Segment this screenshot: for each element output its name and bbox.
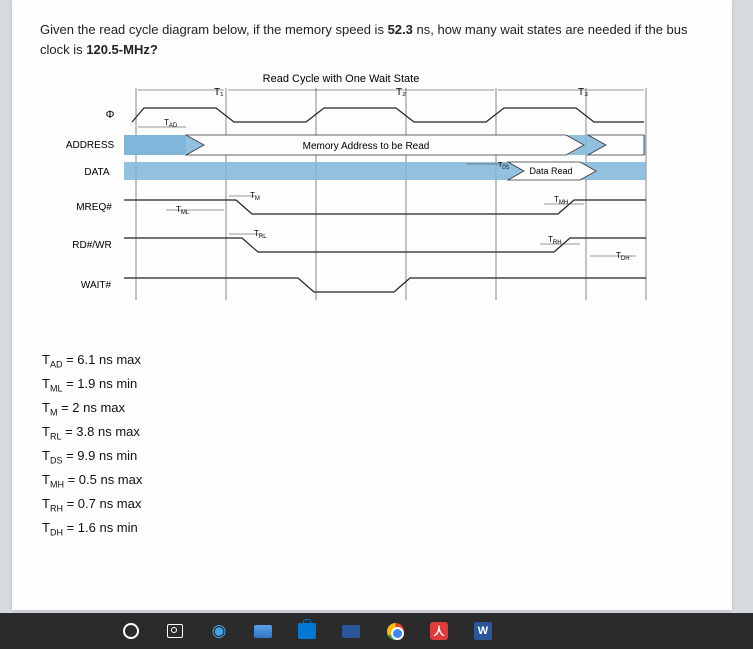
question-text: Given the read cycle diagram below, if t… [40,20,704,60]
t2-label: T₂ [396,87,406,98]
explorer-icon[interactable] [252,620,274,642]
t1-label: T₁ [214,87,224,98]
chrome-icon[interactable] [384,620,406,642]
q-part1: Given the read cycle diagram below, if t… [40,22,384,37]
spec-tm: TM = 2 ns max [42,397,704,421]
spec-trl: TRL = 3.8 ns max [42,421,704,445]
tdh-label: TDH [616,251,630,262]
trh-label: TRH [548,235,562,246]
tmh-label: TMH [554,195,568,206]
clock-wave [132,108,644,122]
word-icon[interactable]: W [472,620,494,642]
timing-diagram: Read Cycle with One Wait State T₁ T₂ T₃ … [46,70,704,325]
dataread-label: Data Read [529,166,572,176]
taskview-icon[interactable] [164,620,186,642]
windows-taskbar: ◉ 人 W [0,613,753,649]
row-mreq: MREQ# [76,202,112,213]
tml-label: TML [176,205,190,216]
trl-label: TRL [254,229,267,240]
row-rdwr: RD#/WR [72,240,111,251]
row-data: DATA [84,167,110,178]
q-clock: 120.5-MHz? [86,42,158,57]
store-icon[interactable] [296,620,318,642]
tad-label: TAD [164,118,178,129]
tm-label: TM [250,191,260,202]
document-page: Given the read cycle diagram below, if t… [12,0,732,610]
wait-wave [124,278,646,292]
spec-tml: TML = 1.9 ns min [42,373,704,397]
spec-tad: TAD = 6.1 ns max [42,349,704,373]
diagram-svg: Read Cycle with One Wait State T₁ T₂ T₃ … [46,70,666,320]
spec-tmh: TMH = 0.5 ns max [42,469,704,493]
row-wait: WAIT# [81,280,112,291]
spec-trh: TRH = 0.7 ns max [42,493,704,517]
spec-tdh: TDH = 1.6 ns min [42,517,704,541]
q-part3: clock is [40,42,83,57]
rdwr-wave [124,238,646,252]
mail-icon[interactable] [340,620,362,642]
q-speed: 52.3 [388,22,413,37]
row-clock: Φ [106,109,115,121]
t3-label: T₃ [578,87,588,98]
row-address: ADDRESS [66,140,115,151]
timing-specs: TAD = 6.1 ns max TML = 1.9 ns min TM = 2… [42,349,704,540]
diagram-title: Read Cycle with One Wait State [263,73,420,85]
cortana-icon[interactable] [120,620,142,642]
edge-icon[interactable]: ◉ [208,620,230,642]
q-part2: ns, how many wait states are needed if t… [417,22,688,37]
app-icon[interactable]: 人 [428,620,450,642]
memaddr-label: Memory Address to be Read [303,141,430,152]
spec-tds: TDS = 9.9 ns min [42,445,704,469]
